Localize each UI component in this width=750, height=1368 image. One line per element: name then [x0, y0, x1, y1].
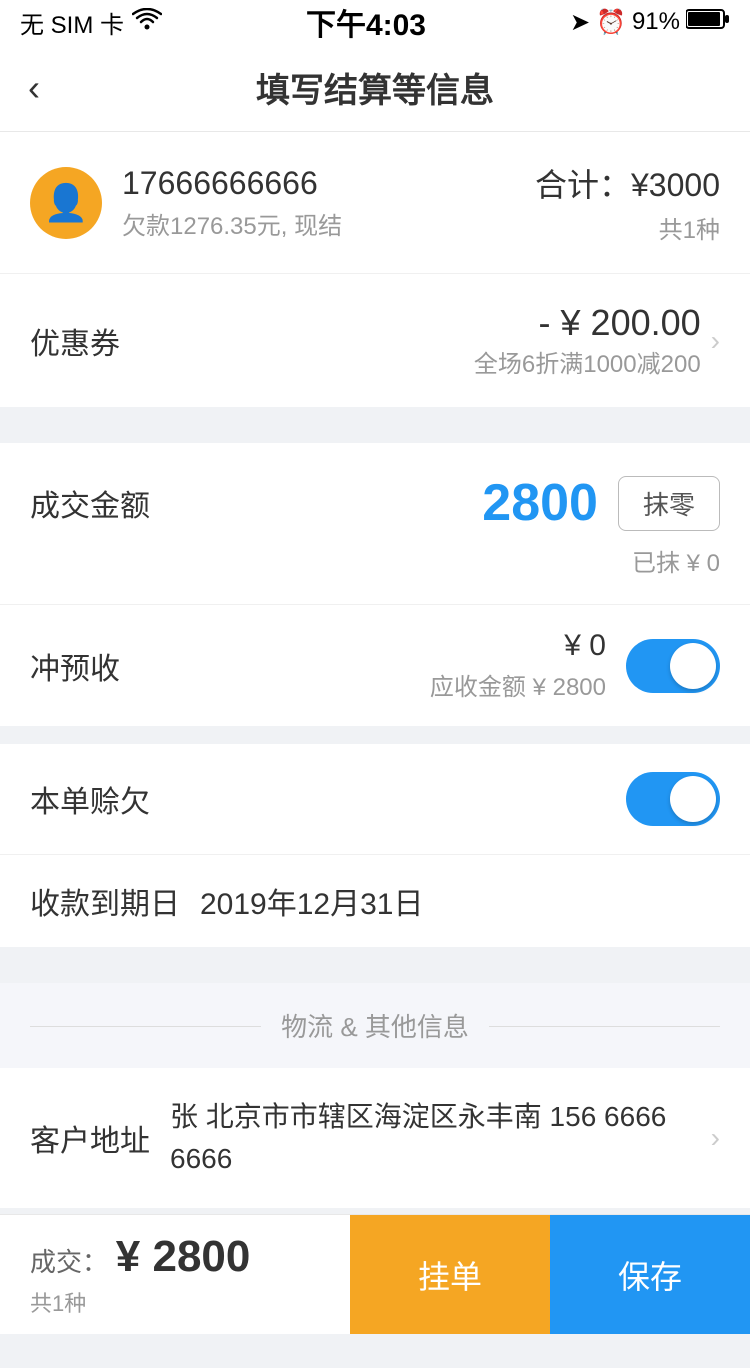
status-right: ➤ ⏰ 91%: [570, 8, 730, 37]
baddebt-toggle[interactable]: [626, 772, 720, 826]
divider-2: [0, 726, 750, 744]
amount-value: 2800: [482, 473, 598, 533]
nav-bar: ‹ 填写结算等信息: [0, 44, 750, 132]
duedate-value: 2019年12月31日: [200, 879, 423, 923]
total-count: 共1种: [535, 210, 720, 245]
address-arrow-icon: ›: [711, 1122, 720, 1154]
amount-section: 成交金额 2800 抹零 已抹 ¥ 0 冲预收 ¥ 0 应收金额 ¥ 2800: [0, 443, 750, 726]
status-left: 无 SIM 卡: [20, 5, 162, 40]
prepay-row: 冲预收 ¥ 0 应收金额 ¥ 2800: [0, 604, 750, 726]
baddebt-label: 本单赊欠: [30, 777, 150, 821]
baddebt-row: 本单赊欠: [0, 744, 750, 854]
coupon-label: 优惠券: [30, 319, 120, 363]
avatar: 👤: [30, 167, 102, 239]
bottom-actions: 挂单 保存: [350, 1215, 750, 1334]
bottom-count: 共1种: [30, 1286, 320, 1318]
back-button[interactable]: ‹: [28, 67, 40, 109]
customer-phone: 17666666666: [122, 165, 342, 202]
divider-3: [0, 965, 750, 983]
divider-1: [0, 425, 750, 443]
status-bar: 无 SIM 卡 下午4:03 ➤ ⏰ 91%: [0, 0, 750, 44]
bottom-summary: 成交： ¥ 2800 共1种: [0, 1232, 350, 1318]
bottom-deal-row: 成交： ¥ 2800: [30, 1232, 320, 1282]
customer-sub-info: 欠款1276.35元, 现结: [122, 206, 342, 241]
save-button[interactable]: 保存: [550, 1215, 750, 1334]
bottom-bar: 成交： ¥ 2800 共1种 挂单 保存: [0, 1214, 750, 1334]
prepay-info: ¥ 0 应收金额 ¥ 2800: [430, 629, 606, 702]
location-icon: ➤: [570, 8, 590, 37]
amount-row: 成交金额 2800 抹零: [0, 443, 750, 543]
status-time: 下午4:03: [306, 0, 426, 44]
bottom-amount: ¥ 2800: [116, 1232, 251, 1281]
coupon-right: - ¥ 200.00 全场6折满1000减200 ›: [474, 302, 720, 379]
prepay-right: ¥ 0 应收金额 ¥ 2800: [430, 629, 720, 702]
duedate-row: 收款到期日 2019年12月31日: [0, 854, 750, 947]
prepay-toggle[interactable]: [626, 639, 720, 693]
battery-text: 91%: [632, 8, 680, 36]
page-title: 填写结算等信息: [256, 63, 494, 112]
customer-info: 17666666666 欠款1276.35元, 现结: [122, 165, 342, 241]
wifi-icon: [132, 8, 162, 37]
amount-right: 2800 抹零: [482, 473, 720, 533]
duedate-label: 收款到期日: [30, 879, 180, 923]
prepay-value: ¥ 0: [430, 629, 606, 663]
customer-right: 合计：¥3000 共1种: [535, 160, 720, 245]
toggle-circle: [670, 643, 716, 689]
baddebt-section: 本单赊欠 收款到期日 2019年12月31日: [0, 744, 750, 947]
round-button[interactable]: 抹零: [618, 476, 720, 531]
coupon-discount: - ¥ 200.00: [474, 302, 701, 344]
logistics-title: 物流 & 其他信息: [261, 1007, 489, 1044]
amount-label: 成交金额: [30, 481, 150, 525]
alarm-icon: ⏰: [596, 8, 626, 37]
coupon-desc: 全场6折满1000减200: [474, 344, 701, 379]
prepay-sub: 应收金额 ¥ 2800: [430, 667, 606, 702]
address-label: 客户地址: [30, 1116, 150, 1160]
address-row[interactable]: 客户地址 张 北京市市辖区海淀区永丰南 156 6666 6666 ›: [0, 1068, 750, 1208]
coupon-row[interactable]: 优惠券 - ¥ 200.00 全场6折满1000减200 ›: [0, 273, 750, 407]
prepay-label: 冲预收: [30, 644, 120, 688]
coupon-arrow-icon: ›: [711, 325, 720, 357]
address-value: 张 北京市市辖区海淀区永丰南 156 6666 6666: [170, 1096, 711, 1180]
logistics-header: 物流 & 其他信息: [0, 983, 750, 1068]
total-amount: 合计：¥3000: [535, 160, 720, 206]
hang-sale-button[interactable]: 挂单: [350, 1215, 550, 1334]
customer-row: 👤 17666666666 欠款1276.35元, 现结 合计：¥3000 共1…: [0, 132, 750, 273]
bottom-deal-label: 成交：: [30, 1247, 108, 1277]
amount-sub: 已抹 ¥ 0: [0, 543, 750, 604]
baddebt-toggle-circle: [670, 776, 716, 822]
customer-section: 👤 17666666666 欠款1276.35元, 现结 合计：¥3000 共1…: [0, 132, 750, 407]
battery-icon: [686, 8, 730, 37]
no-sim-text: 无 SIM 卡: [20, 5, 124, 40]
customer-left: 👤 17666666666 欠款1276.35元, 现结: [30, 165, 342, 241]
